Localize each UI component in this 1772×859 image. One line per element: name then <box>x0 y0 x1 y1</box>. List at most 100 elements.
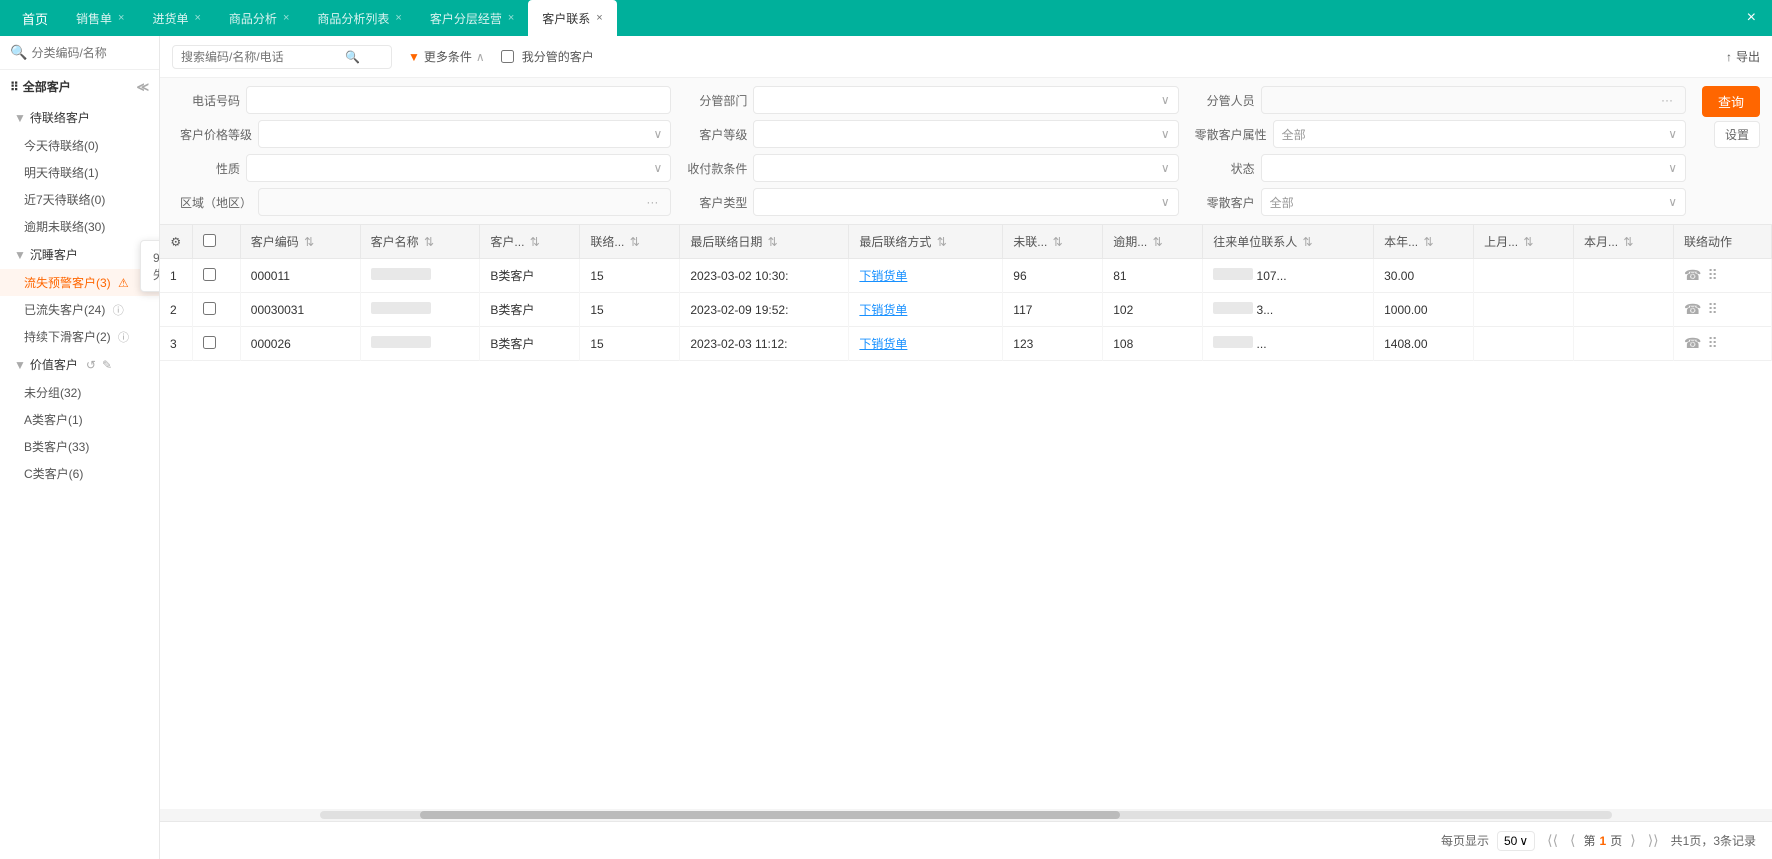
tab-sales[interactable]: 销售单 × <box>62 0 138 36</box>
search-input[interactable] <box>181 50 341 64</box>
page-next-btn[interactable]: ⟩ <box>1626 830 1639 851</box>
th-code[interactable]: 客户编码 ⇅ <box>240 225 360 259</box>
group-sleeping[interactable]: ▼ 沉睡客户 <box>0 240 159 269</box>
th-checkbox <box>192 225 240 259</box>
settings-button[interactable]: 设置 <box>1714 121 1760 148</box>
level-label: 客户等级 <box>687 126 747 143</box>
warning-icon: ⚠ <box>118 276 129 290</box>
th-overdue[interactable]: 逾期... ⇅ <box>1103 225 1203 259</box>
last-method-link[interactable]: 下销货单 <box>859 269 907 283</box>
action-more-icon[interactable]: ⠿ <box>1707 301 1717 318</box>
close-window[interactable]: × <box>1739 9 1764 27</box>
nature-select[interactable]: ∨ <box>246 154 671 182</box>
group-sleeping-label: 沉睡客户 <box>30 246 78 263</box>
mymanage-checkbox[interactable] <box>501 50 514 63</box>
sidebar-item-overdue[interactable]: 逾期未联络(30) <box>0 213 159 240</box>
sidebar-item-churn-warning[interactable]: 流失预警客户(3) ⚠ <box>0 269 159 296</box>
search-icon-btn[interactable]: 🔍 <box>345 50 360 64</box>
page-last-btn[interactable]: ⟩⟩ <box>1644 830 1663 851</box>
th-unit-contact[interactable]: 往来单位联系人 ⇅ <box>1203 225 1374 259</box>
th-this-month[interactable]: 本月... ⇅ <box>1574 225 1674 259</box>
cell-contact-count: 15 <box>580 293 680 327</box>
sidebar-item-c-class[interactable]: C类客户(6) <box>0 460 159 487</box>
th-contact-count[interactable]: 联络... ⇅ <box>580 225 680 259</box>
th-gear[interactable]: ⚙ <box>160 225 192 259</box>
group-value[interactable]: ▼ 价值客户 ↺ ✎ <box>0 350 159 379</box>
th-name[interactable]: 客户名称 ⇅ <box>360 225 480 259</box>
th-last-date[interactable]: 最后联络日期 ⇅ <box>680 225 849 259</box>
filter-btn[interactable]: ▼ 更多条件 ∧ <box>400 44 493 69</box>
page-first-btn[interactable]: ⟨⟨ <box>1543 830 1562 851</box>
close-contact-tab[interactable]: × <box>596 12 602 24</box>
th-last-month[interactable]: 上月... ⇅ <box>1474 225 1574 259</box>
sidebar-item-churned[interactable]: 已流失客户(24) ⓘ <box>0 296 159 323</box>
close-purchase-tab[interactable]: × <box>194 12 200 24</box>
status-select[interactable]: ∨ <box>1261 154 1686 182</box>
th-last-method[interactable]: 最后联络方式 ⇅ <box>849 225 1003 259</box>
sparse-label: 零散客户 <box>1195 194 1255 211</box>
dept-select[interactable]: ∨ <box>753 86 1178 114</box>
close-analysis-list-tab[interactable]: × <box>395 12 401 24</box>
zero-attr-select[interactable]: 全部 ∨ <box>1273 120 1686 148</box>
hscroll-bar[interactable] <box>160 809 1772 821</box>
filter-row-4: 区域（地区） ··· 客户类型 ∨ <box>172 188 1694 216</box>
row-checkbox[interactable] <box>203 268 216 281</box>
refresh-icon[interactable]: ↺ <box>86 358 96 372</box>
cell-unit-contact: 3... <box>1203 293 1374 327</box>
sidebar-item-declining[interactable]: 持续下滑客户(2) ⓘ <box>0 323 159 350</box>
filter-icon: ▼ <box>408 50 420 64</box>
all-customers-header[interactable]: ⠿ 全部客户 ≪ <box>0 70 159 103</box>
cell-unit-contact: ... <box>1203 327 1374 361</box>
action-more-icon[interactable]: ⠿ <box>1707 267 1717 284</box>
table-row: 1 000011 B类客户 15 2023-03-02 10:30: 下销货单 … <box>160 259 1772 293</box>
query-button[interactable]: 查询 <box>1702 86 1760 117</box>
level-chevron: ∨ <box>1161 127 1170 141</box>
tab-analysis[interactable]: 商品分析 × <box>215 0 303 36</box>
action-phone-icon[interactable]: ☎ <box>1684 267 1701 284</box>
th-year-amount[interactable]: 本年... ⇅ <box>1374 225 1474 259</box>
tab-analysis-list[interactable]: 商品分析列表 × <box>303 0 415 36</box>
tab-home[interactable]: 首页 <box>8 0 62 36</box>
cell-index: 3 <box>160 327 192 361</box>
page-prev-btn[interactable]: ⟨ <box>1566 830 1579 851</box>
export-btn[interactable]: ↑ 导出 <box>1726 48 1760 65</box>
th-uncontact[interactable]: 未联... ⇅ <box>1003 225 1103 259</box>
last-method-link[interactable]: 下销货单 <box>859 303 907 317</box>
level-select[interactable]: ∨ <box>753 120 1178 148</box>
sidebar-item-tomorrow[interactable]: 明天待联络(1) <box>0 159 159 186</box>
edit-icon[interactable]: ✎ <box>102 358 112 372</box>
cell-last-method: 下销货单 <box>849 293 1003 327</box>
last-method-link[interactable]: 下销货单 <box>859 337 907 351</box>
sidebar-item-today[interactable]: 今天待联络(0) <box>0 132 159 159</box>
type-select[interactable]: ∨ <box>753 188 1178 216</box>
region-dots[interactable]: ··· <box>642 195 662 209</box>
sparse-select[interactable]: 全部 ∨ <box>1261 188 1686 216</box>
payment-select[interactable]: ∨ <box>753 154 1178 182</box>
close-analysis-tab[interactable]: × <box>283 12 289 24</box>
th-type[interactable]: 客户... ⇅ <box>480 225 580 259</box>
close-tier-tab[interactable]: × <box>508 12 514 24</box>
row-checkbox[interactable] <box>203 302 216 315</box>
collapse-btn[interactable]: ≪ <box>136 80 149 94</box>
action-phone-icon[interactable]: ☎ <box>1684 335 1701 352</box>
page-size-chevron: ∨ <box>1519 834 1528 848</box>
tab-customer-tier[interactable]: 客户分层经营 × <box>416 0 528 36</box>
sidebar-item-a-class[interactable]: A类客户(1) <box>0 406 159 433</box>
action-more-icon[interactable]: ⠿ <box>1707 335 1717 352</box>
row-checkbox[interactable] <box>203 336 216 349</box>
sidebar-item-ungroup[interactable]: 未分组(32) <box>0 379 159 406</box>
action-phone-icon[interactable]: ☎ <box>1684 301 1701 318</box>
sidebar-item-b-class[interactable]: B类客户(33) <box>0 433 159 460</box>
close-sales-tab[interactable]: × <box>118 12 124 24</box>
page-size-select[interactable]: 50 ∨ <box>1497 831 1535 851</box>
sidebar-item-7days[interactable]: 近7天待联络(0) <box>0 186 159 213</box>
tab-purchase[interactable]: 进货单 × <box>138 0 214 36</box>
person-dots[interactable]: ··· <box>1657 93 1677 107</box>
select-all-checkbox[interactable] <box>203 234 216 247</box>
sidebar-search-input[interactable] <box>31 46 160 60</box>
phone-input[interactable] <box>246 86 671 114</box>
filter-chevron: ∧ <box>476 50 485 64</box>
tab-customer-contact[interactable]: 客户联系 × <box>528 0 616 36</box>
group-pending-contact[interactable]: ▼ 待联络客户 <box>0 103 159 132</box>
price-level-select[interactable]: ∨ <box>258 120 671 148</box>
